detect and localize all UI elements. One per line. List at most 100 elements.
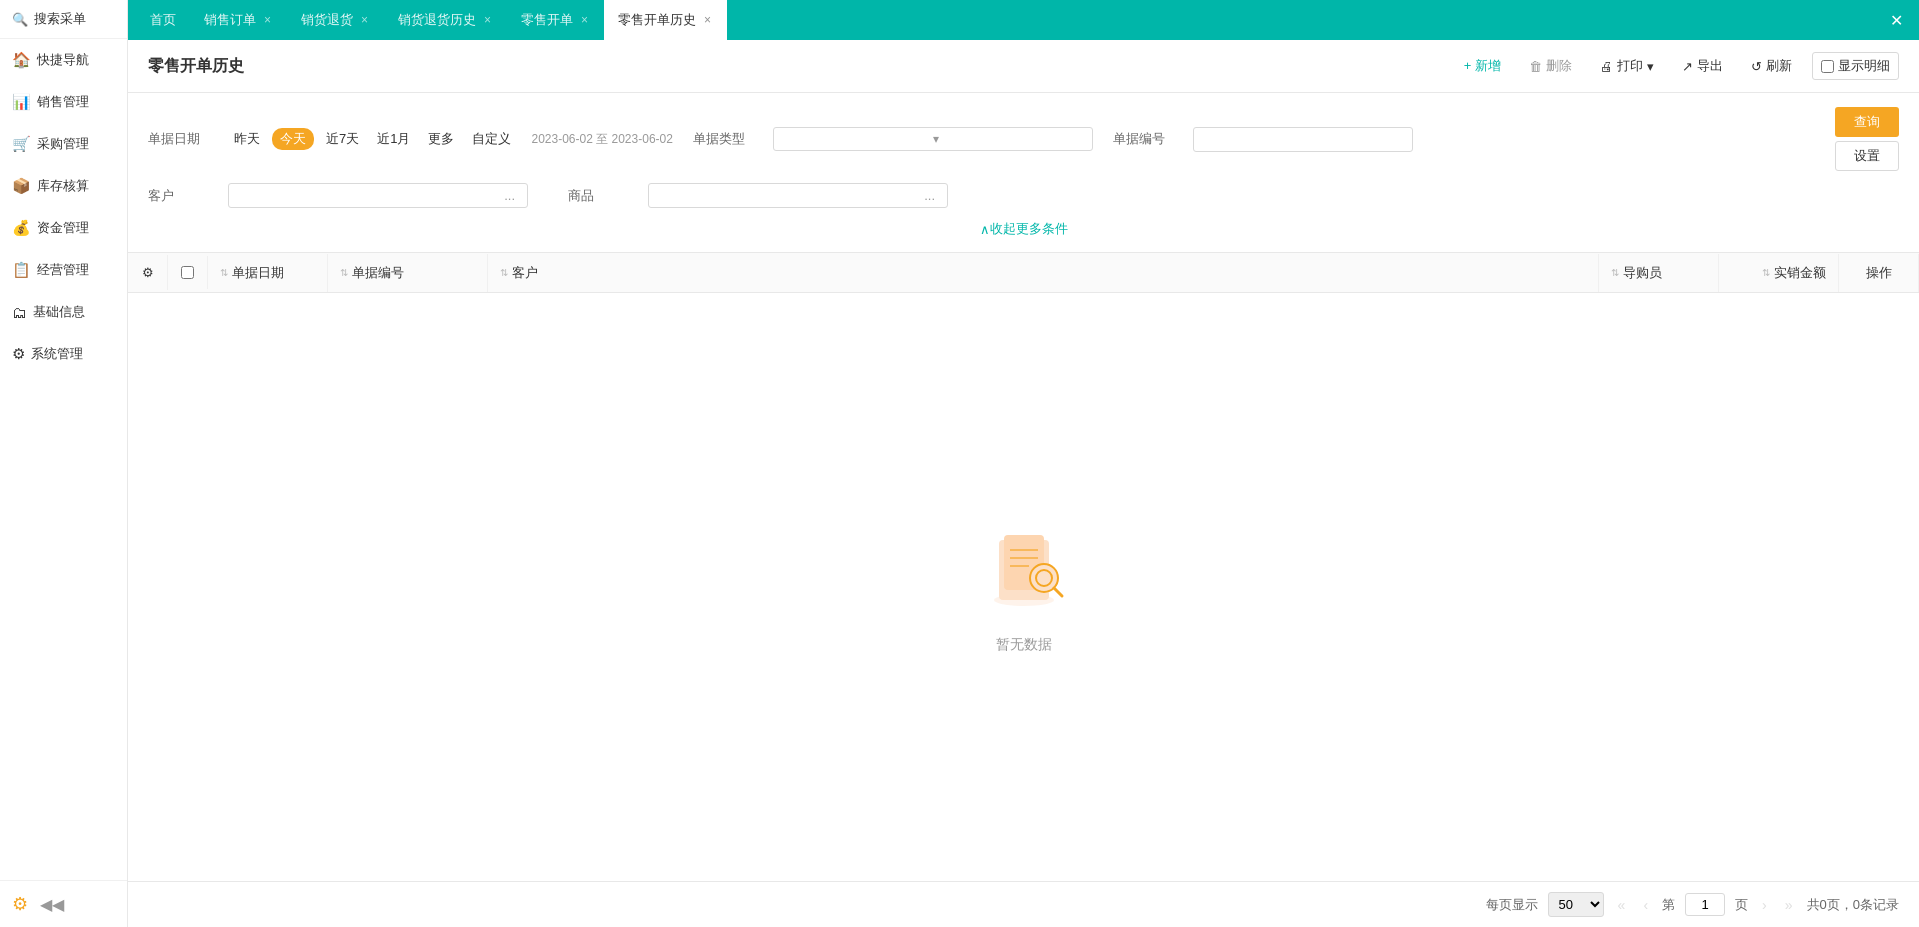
tab-sales-order[interactable]: 销售订单 × <box>190 0 287 40</box>
inventory-icon: 📦 <box>12 177 31 195</box>
sidebar-item-operations[interactable]: 📋 经营管理 <box>0 249 127 291</box>
date-btn-yesterday[interactable]: 昨天 <box>228 128 266 150</box>
finance-icon: 💰 <box>12 219 31 237</box>
date-btn-more[interactable]: 更多 <box>422 128 460 150</box>
tab-retail-open-label: 零售开单 <box>521 11 573 29</box>
product-ellipsis-icon[interactable]: ... <box>920 188 939 203</box>
sidebar-item-basic[interactable]: 🗂 基础信息 <box>0 291 127 333</box>
purchase-icon: 🛒 <box>12 135 31 153</box>
sidebar-item-inventory[interactable]: 📦 库存核算 <box>0 165 127 207</box>
sidebar-search-label: 搜索采单 <box>34 10 86 28</box>
sidebar-item-sales[interactable]: 📊 销售管理 <box>0 81 127 123</box>
table-header: ⚙ ⇅ 单据日期 ⇅ 单据编号 ⇅ 客户 ⇅ 导购员 <box>128 253 1919 293</box>
sidebar-item-finance[interactable]: 💰 资金管理 <box>0 207 127 249</box>
export-button[interactable]: ↗ 导出 <box>1674 53 1731 79</box>
product-input-wrapper[interactable]: ... <box>648 183 948 208</box>
sidebar-item-label: 基础信息 <box>33 303 85 321</box>
sidebar-search[interactable]: 🔍 搜索采单 <box>0 0 127 39</box>
delete-button[interactable]: 🗑 删除 <box>1521 53 1580 79</box>
query-button[interactable]: 查询 <box>1835 107 1899 137</box>
tab-retail-open-close[interactable]: × <box>579 13 590 27</box>
page-suffix-label: 页 <box>1735 896 1748 914</box>
th-op-label: 操作 <box>1866 264 1892 282</box>
first-page-button[interactable]: « <box>1614 895 1630 915</box>
th-guide-label: 导购员 <box>1623 264 1662 282</box>
select-all-checkbox[interactable] <box>181 266 194 279</box>
collapse-more-button[interactable]: ∧ 收起更多条件 <box>148 220 1899 238</box>
tab-sales-order-label: 销售订单 <box>204 11 256 29</box>
doc-type-select[interactable]: ▾ <box>773 127 1093 151</box>
close-icon: ✕ <box>1890 11 1903 30</box>
sidebar-item-quick-nav[interactable]: 🏠 快捷导航 <box>0 39 127 81</box>
filter-section: 单据日期 昨天 今天 近7天 近1月 更多 自定义 2023-06-02 至 2… <box>128 93 1919 253</box>
tab-sales-return-close[interactable]: × <box>359 13 370 27</box>
print-label: 打印 <box>1617 57 1643 75</box>
sidebar: 🔍 搜索采单 🏠 快捷导航 📊 销售管理 🛒 采购管理 📦 库存核算 💰 资金管… <box>0 0 128 927</box>
th-amount[interactable]: ⇅ 实销金额 <box>1719 254 1839 292</box>
settings-button[interactable]: 设置 <box>1835 141 1899 171</box>
th-settings[interactable]: ⚙ <box>128 255 168 290</box>
tab-retail-open[interactable]: 零售开单 × <box>507 0 604 40</box>
next-page-button[interactable]: › <box>1758 895 1771 915</box>
customer-input-wrapper[interactable]: ... <box>228 183 528 208</box>
svg-line-8 <box>1054 588 1062 596</box>
tab-home[interactable]: 首页 <box>136 0 190 40</box>
sidebar-item-purchase[interactable]: 🛒 采购管理 <box>0 123 127 165</box>
customer-ellipsis-icon[interactable]: ... <box>500 188 519 203</box>
th-date[interactable]: ⇅ 单据日期 <box>208 254 328 292</box>
operations-icon: 📋 <box>12 261 31 279</box>
date-buttons: 昨天 今天 近7天 近1月 更多 自定义 2023-06-02 至 2023-0… <box>228 128 673 150</box>
th-customer[interactable]: ⇅ 客户 <box>488 254 1599 292</box>
date-btn-1month[interactable]: 近1月 <box>371 128 416 150</box>
tab-sales-return[interactable]: 销货退货 × <box>287 0 384 40</box>
system-icon: ⚙ <box>12 345 25 363</box>
sidebar-item-label: 销售管理 <box>37 93 89 111</box>
page-size-select[interactable]: 50 100 200 <box>1548 892 1604 917</box>
print-button[interactable]: 🖨 打印 ▾ <box>1592 53 1662 79</box>
doc-no-input[interactable] <box>1193 127 1413 152</box>
export-icon: ↗ <box>1682 59 1693 74</box>
sidebar-collapse-button[interactable]: ◀◀ <box>40 895 64 914</box>
page-number-input[interactable] <box>1685 893 1725 916</box>
close-all-tabs-button[interactable]: ✕ <box>1882 11 1911 30</box>
basic-icon: 🗂 <box>12 304 27 321</box>
empty-state: 暂无数据 <box>128 293 1919 881</box>
doc-type-chevron-icon: ▾ <box>933 132 1084 146</box>
th-checkbox[interactable] <box>168 256 208 289</box>
display-detail-checkbox-wrapper[interactable]: 显示明细 <box>1812 52 1899 80</box>
date-btn-today[interactable]: 今天 <box>272 128 314 150</box>
sidebar-item-label: 资金管理 <box>37 219 89 237</box>
sidebar-item-system[interactable]: ⚙ 系统管理 <box>0 333 127 375</box>
th-docno-label: 单据编号 <box>352 264 404 282</box>
tab-sales-return-history-close[interactable]: × <box>482 13 493 27</box>
tab-sales-order-close[interactable]: × <box>262 13 273 27</box>
settings-gear-button[interactable]: ⚙ <box>12 893 28 915</box>
th-docno[interactable]: ⇅ 单据编号 <box>328 254 488 292</box>
th-customer-label: 客户 <box>512 264 538 282</box>
prev-page-button[interactable]: ‹ <box>1639 895 1652 915</box>
date-range-display: 2023-06-02 至 2023-06-02 <box>531 131 672 148</box>
th-guide[interactable]: ⇅ 导购员 <box>1599 254 1719 292</box>
print-dropdown-icon: ▾ <box>1647 59 1654 74</box>
date-filter-label: 单据日期 <box>148 130 208 148</box>
th-date-label: 单据日期 <box>232 264 284 282</box>
refresh-button[interactable]: ↺ 刷新 <box>1743 53 1800 79</box>
tab-retail-open-history-close[interactable]: × <box>702 13 713 27</box>
date-btn-7days[interactable]: 近7天 <box>320 128 365 150</box>
date-btn-custom[interactable]: 自定义 <box>466 128 517 150</box>
last-page-button[interactable]: » <box>1781 895 1797 915</box>
add-button[interactable]: + 新增 <box>1456 53 1509 79</box>
display-detail-checkbox[interactable] <box>1821 60 1834 73</box>
delete-label: 删除 <box>1546 57 1572 75</box>
tab-retail-open-history[interactable]: 零售开单历史 × <box>604 0 727 40</box>
tab-sales-return-label: 销货退货 <box>301 11 353 29</box>
tab-sales-return-history[interactable]: 销货退货历史 × <box>384 0 507 40</box>
tab-retail-open-history-label: 零售开单历史 <box>618 11 696 29</box>
main-area: 首页 销售订单 × 销货退货 × 销货退货历史 × 零售开单 × 零售开单历史 … <box>128 0 1919 927</box>
filter-row-1: 单据日期 昨天 今天 近7天 近1月 更多 自定义 2023-06-02 至 2… <box>148 107 1899 171</box>
home-icon: 🏠 <box>12 51 31 69</box>
product-label: 商品 <box>568 187 628 205</box>
display-detail-label: 显示明细 <box>1838 57 1890 75</box>
sidebar-item-label: 库存核算 <box>37 177 89 195</box>
sidebar-item-label: 系统管理 <box>31 345 83 363</box>
